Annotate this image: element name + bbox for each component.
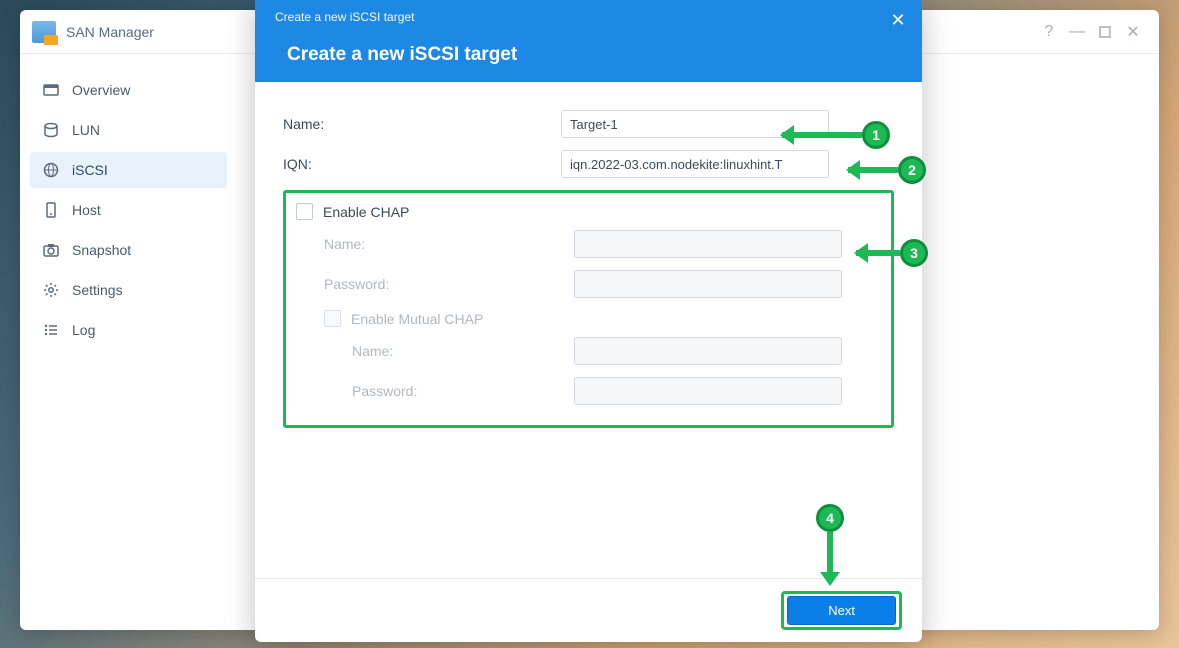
minimize-button[interactable]: — [1063,18,1091,46]
chap-name-input [574,230,842,258]
mutual-name-label: Name: [352,343,574,359]
disk-icon [42,122,60,138]
annotation-badge-4: 4 [816,504,844,532]
sidebar-item-log[interactable]: Log [30,312,227,348]
gear-icon [42,282,60,298]
sidebar-item-label: Host [72,202,101,218]
annotation-arrow-3 [856,250,900,256]
mutual-chap-checkbox [324,310,341,327]
sidebar-item-label: Overview [72,82,130,98]
chap-password-label: Password: [324,276,574,292]
annotation-badge-3: 3 [900,239,928,267]
mutual-password-label: Password: [352,383,574,399]
close-button[interactable]: ✕ [1119,18,1147,46]
list-icon [42,322,60,338]
dashboard-icon [42,82,60,98]
chap-name-label: Name: [324,236,574,252]
next-button[interactable]: Next [787,596,896,625]
name-label: Name: [283,116,561,132]
iqn-row: IQN: [283,150,894,178]
enable-chap-label: Enable CHAP [323,204,409,220]
sidebar: Overview LUN iSCSI Host [20,54,237,630]
maximize-button[interactable] [1091,18,1119,46]
sidebar-item-snapshot[interactable]: Snapshot [30,232,227,268]
dialog-body: Name: IQN: Enable CHAP Name: Password: E… [255,82,922,578]
annotation-badge-1: 1 [862,121,890,149]
enable-chap-row[interactable]: Enable CHAP [296,203,881,220]
sidebar-item-overview[interactable]: Overview [30,72,227,108]
sidebar-item-label: Log [72,322,95,338]
sidebar-item-label: Snapshot [72,242,131,258]
mutual-chap-label: Enable Mutual CHAP [351,311,483,327]
help-button[interactable]: ? [1035,18,1063,46]
mutual-chap-row: Enable Mutual CHAP [296,310,881,327]
sidebar-item-host[interactable]: Host [30,192,227,228]
mutual-password-row: Password: [296,377,881,405]
sidebar-item-iscsi[interactable]: iSCSI [30,152,227,188]
sidebar-item-lun[interactable]: LUN [30,112,227,148]
mutual-password-input [574,377,842,405]
chap-password-row: Password: [296,270,881,298]
dialog-small-title: Create a new iSCSI target [275,10,902,24]
sidebar-item-label: LUN [72,122,100,138]
app-icon [32,21,56,43]
dialog-header: Create a new iSCSI target Create a new i… [255,0,922,82]
host-icon [42,202,60,218]
create-target-dialog: Create a new iSCSI target Create a new i… [255,0,922,642]
iqn-label: IQN: [283,156,561,172]
chap-section: Enable CHAP Name: Password: Enable Mutua… [283,190,894,428]
close-icon[interactable]: ✕ [886,8,910,32]
chap-password-input [574,270,842,298]
iqn-input[interactable] [561,150,829,178]
chap-name-row: Name: [296,230,881,258]
annotation-arrow-2 [848,167,898,173]
annotation-arrow-1 [782,132,862,138]
globe-icon [42,162,60,178]
sidebar-item-label: iSCSI [72,162,108,178]
sidebar-item-label: Settings [72,282,123,298]
app-title: SAN Manager [66,24,154,40]
mutual-name-input [574,337,842,365]
annotation-badge-2: 2 [898,156,926,184]
dialog-big-title: Create a new iSCSI target [287,44,902,66]
sidebar-item-settings[interactable]: Settings [30,272,227,308]
camera-icon [42,242,60,258]
enable-chap-checkbox[interactable] [296,203,313,220]
next-button-highlight: Next [781,591,902,630]
mutual-name-row: Name: [296,337,881,365]
annotation-arrow-4 [827,532,833,582]
